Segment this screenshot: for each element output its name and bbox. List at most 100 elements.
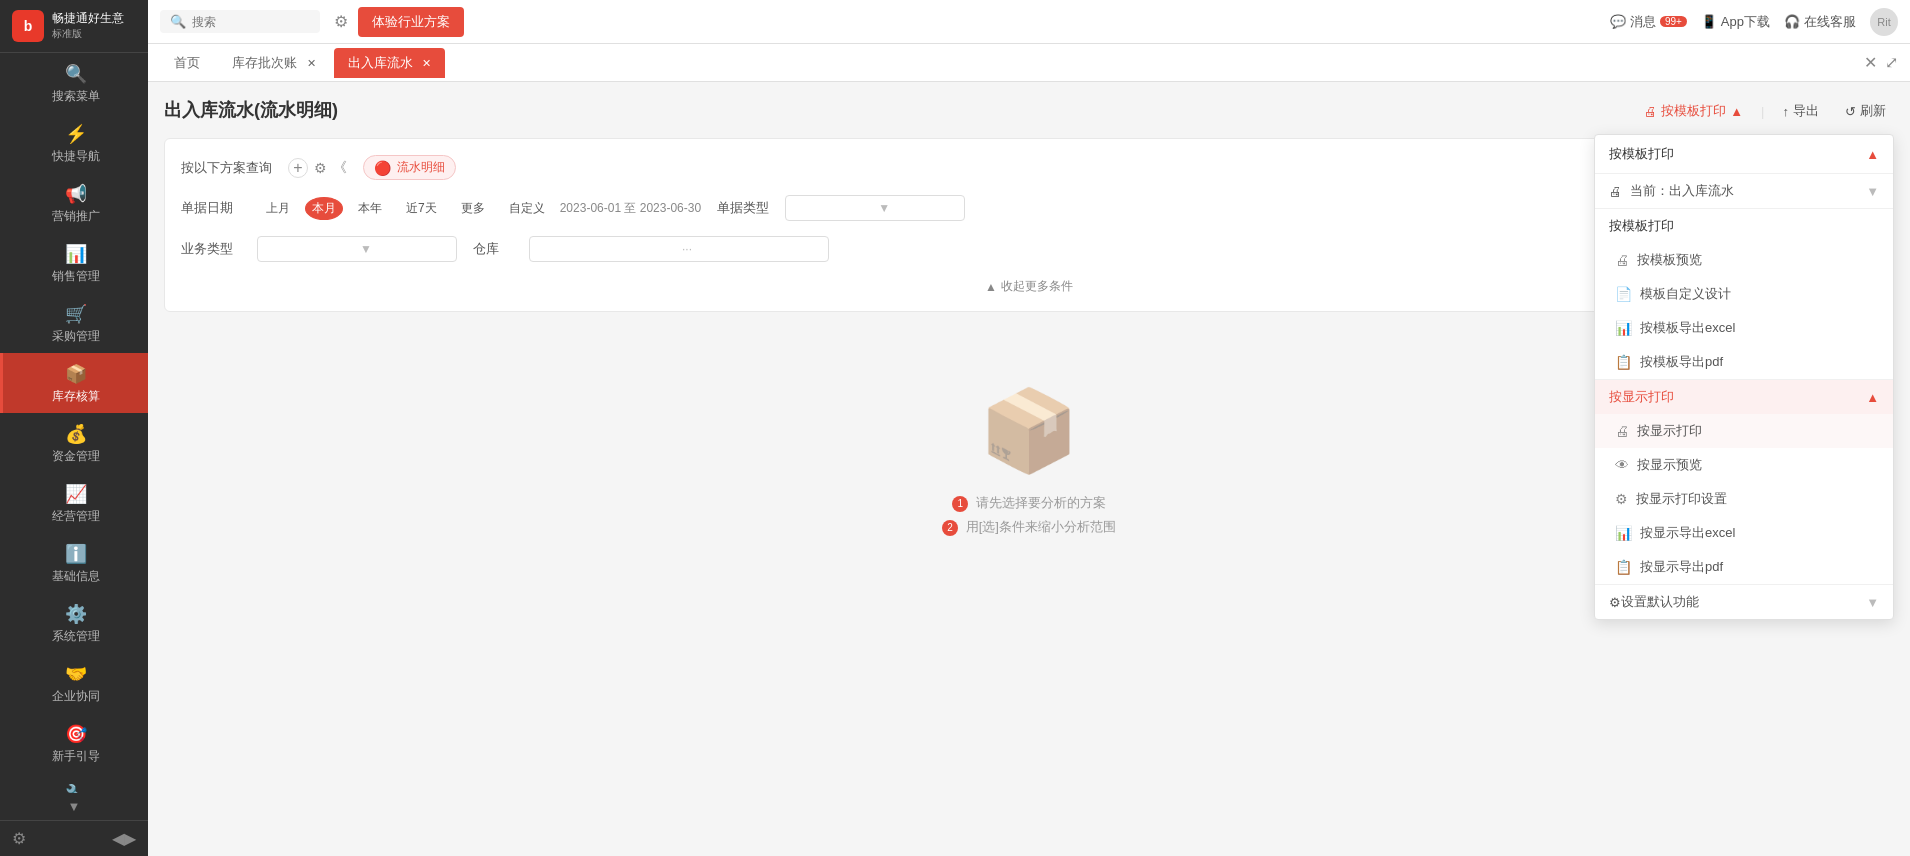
template-export-excel-item[interactable]: 📊 按模板导出excel [1595, 311, 1893, 345]
date-this-month[interactable]: 本月 [305, 197, 343, 220]
receipt-type-label: 单据类型 [717, 199, 769, 217]
date-last-7days[interactable]: 近7天 [397, 197, 446, 220]
receipt-type-select[interactable]: ▼ [785, 195, 965, 221]
current-template-item[interactable]: 🖨 当前：出入库流水 ▼ [1595, 174, 1893, 209]
warehouse-select[interactable]: ··· [529, 236, 829, 262]
topbar: 🔍 ⚙ 体验行业方案 💬 消息 99+ 📱 App下载 🎧 在线客服 Rit [148, 0, 1910, 44]
display-print-item[interactable]: 🖨 按显示打印 [1595, 414, 1893, 448]
sidebar-nav: 🔍 搜索菜单 ⚡ 快捷导航 📢 营销推广 📊 销售管理 🛒 采购管理 📦 库存核… [0, 53, 148, 793]
close-all-tabs-btn[interactable]: ✕ [1864, 53, 1877, 72]
sidebar-item-search-menu[interactable]: 🔍 搜索菜单 [0, 53, 148, 113]
template-custom-item[interactable]: 📄 模板自定义设计 [1595, 277, 1893, 311]
online-service-btn[interactable]: 🎧 在线客服 [1784, 13, 1856, 31]
operations-icon: 📈 [65, 483, 87, 505]
sidebar-item-basics[interactable]: ℹ️ 基础信息 [0, 533, 148, 593]
search-input[interactable] [192, 15, 292, 29]
template-print-section-header[interactable]: 按模板打印 [1595, 209, 1893, 243]
template-preview-icon: 🖨 [1615, 252, 1629, 268]
template-excel-icon: 📊 [1615, 320, 1632, 336]
filter-collapse-icon[interactable]: 《 [333, 159, 347, 177]
sidebar-item-cooperation[interactable]: 🤝 企业协同 [0, 653, 148, 713]
display-preview-item[interactable]: 👁 按显示预览 [1595, 448, 1893, 482]
tab-close-batch-ledger[interactable]: ✕ [307, 57, 316, 69]
date-filter-options: 上月 本月 本年 近7天 更多 自定义 2023-06-01 至 2023-06… [257, 197, 701, 220]
tag-icon: 🔴 [374, 160, 391, 176]
date-more[interactable]: 更多 [452, 197, 494, 220]
cooperation-icon: 🤝 [65, 663, 87, 685]
sidebar-item-quick-nav[interactable]: ⚡ 快捷导航 [0, 113, 148, 173]
industry-btn[interactable]: 体验行业方案 [358, 7, 464, 37]
page-content: 出入库流水(流水明细) 🖨 按模板打印 ▲ | ↑ 导出 ↺ 刷新 按以下方案查… [148, 82, 1910, 856]
empty-tip-1: 1 请先选择要分析的方案 [952, 494, 1106, 512]
refresh-btn[interactable]: ↺ 刷新 [1837, 98, 1894, 124]
print-dropdown-panel: 按模板打印 ▲ 🖨 当前：出入库流水 ▼ 按模板打印 🖨 按模板预览 📄 [1594, 134, 1894, 620]
tab-inout-flow[interactable]: 出入库流水 ✕ [334, 48, 446, 78]
display-print-section-header[interactable]: 按显示打印 ▲ [1595, 380, 1893, 414]
print-template-btn[interactable]: 🖨 按模板打印 ▲ [1636, 98, 1751, 124]
user-avatar[interactable]: Rit [1870, 8, 1898, 36]
tab-batch-ledger[interactable]: 库存批次账 ✕ [218, 48, 330, 78]
filter-settings-icon[interactable]: ⚙ [314, 160, 327, 176]
display-preview-icon: 👁 [1615, 457, 1629, 473]
settings-gear-icon[interactable]: ⚙ [334, 12, 348, 31]
logo-icon: b [12, 10, 44, 42]
export-btn[interactable]: ↑ 导出 [1775, 98, 1828, 124]
app-download-btn[interactable]: 📱 App下载 [1701, 13, 1770, 31]
sidebar-item-appstore[interactable]: 🔧 应用中心 [0, 773, 148, 793]
template-export-pdf-item[interactable]: 📋 按模板导出pdf [1595, 345, 1893, 379]
filter-add-btn[interactable]: + [288, 158, 308, 178]
operations-label: 经营管理 [52, 508, 100, 525]
empty-illustration: 📦 [979, 384, 1079, 478]
phone-icon: 📱 [1701, 14, 1717, 29]
date-last-month[interactable]: 上月 [257, 197, 299, 220]
messages-btn[interactable]: 💬 消息 99+ [1610, 13, 1687, 31]
export-icon: ↑ [1783, 104, 1790, 119]
sidebar-item-finance[interactable]: 💰 资金管理 [0, 413, 148, 473]
settings-icon[interactable]: ⚙ [12, 829, 26, 848]
marketing-label: 营销推广 [52, 208, 100, 225]
finance-label: 资金管理 [52, 448, 100, 465]
filter-section-title: 按以下方案查询 [181, 159, 272, 177]
sidebar-scroll-down[interactable]: ▼ [0, 793, 148, 820]
business-type-select[interactable]: ▼ [257, 236, 457, 262]
inventory-label: 库存核算 [52, 388, 100, 405]
date-custom[interactable]: 自定义 [500, 197, 554, 220]
topbar-search-box[interactable]: 🔍 [160, 10, 320, 33]
sidebar-item-operations[interactable]: 📈 经营管理 [0, 473, 148, 533]
date-this-year[interactable]: 本年 [349, 197, 391, 220]
dropdown-footer[interactable]: ⚙ 设置默认功能 ▼ [1595, 585, 1893, 619]
refresh-icon: ↺ [1845, 104, 1856, 119]
page-title: 出入库流水(流水明细) [164, 98, 1894, 122]
basics-label: 基础信息 [52, 568, 100, 585]
purchase-label: 采购管理 [52, 328, 100, 345]
system-icon: ⚙️ [65, 603, 87, 625]
guide-icon: 🎯 [65, 723, 87, 745]
sidebar-item-purchase[interactable]: 🛒 采购管理 [0, 293, 148, 353]
display-export-pdf-item[interactable]: 📋 按显示导出pdf [1595, 550, 1893, 584]
quick-nav-icon: ⚡ [65, 123, 87, 145]
sales-icon: 📊 [65, 243, 87, 265]
tab-home[interactable]: 首页 [160, 48, 214, 78]
display-export-excel-item[interactable]: 📊 按显示导出excel [1595, 516, 1893, 550]
template-custom-icon: 📄 [1615, 286, 1632, 302]
dropdown-arrow-up-icon[interactable]: ▲ [1866, 147, 1879, 162]
sidebar-item-marketing[interactable]: 📢 营销推广 [0, 173, 148, 233]
expand-tabs-btn[interactable]: ⤢ [1885, 53, 1898, 72]
print-icon: 🖨 [1644, 104, 1657, 119]
marketing-icon: 📢 [65, 183, 87, 205]
sidebar-item-system[interactable]: ⚙️ 系统管理 [0, 593, 148, 653]
warehouse-more-icon[interactable]: ··· [682, 242, 818, 256]
collapse-icon[interactable]: ◀▶ [112, 829, 136, 848]
display-settings-icon: ⚙ [1615, 491, 1628, 507]
sidebar-item-guide[interactable]: 🎯 新手引导 [0, 713, 148, 773]
template-preview-item[interactable]: 🖨 按模板预览 [1595, 243, 1893, 277]
display-excel-icon: 📊 [1615, 525, 1632, 541]
logo-tag: 标准版 [52, 27, 124, 41]
sidebar-item-inventory[interactable]: 📦 库存核算 [0, 353, 148, 413]
tab-close-inout-flow[interactable]: ✕ [422, 57, 431, 69]
collapse-more-btn[interactable]: ▲ 收起更多条件 [985, 278, 1073, 295]
sidebar-item-sales[interactable]: 📊 销售管理 [0, 233, 148, 293]
sidebar: b 畅捷通好生意 标准版 🔍 搜索菜单 ⚡ 快捷导航 📢 营销推广 📊 销售管理… [0, 0, 148, 856]
main-area: 🔍 ⚙ 体验行业方案 💬 消息 99+ 📱 App下载 🎧 在线客服 Rit [148, 0, 1910, 856]
display-print-settings-item[interactable]: ⚙ 按显示打印设置 [1595, 482, 1893, 516]
